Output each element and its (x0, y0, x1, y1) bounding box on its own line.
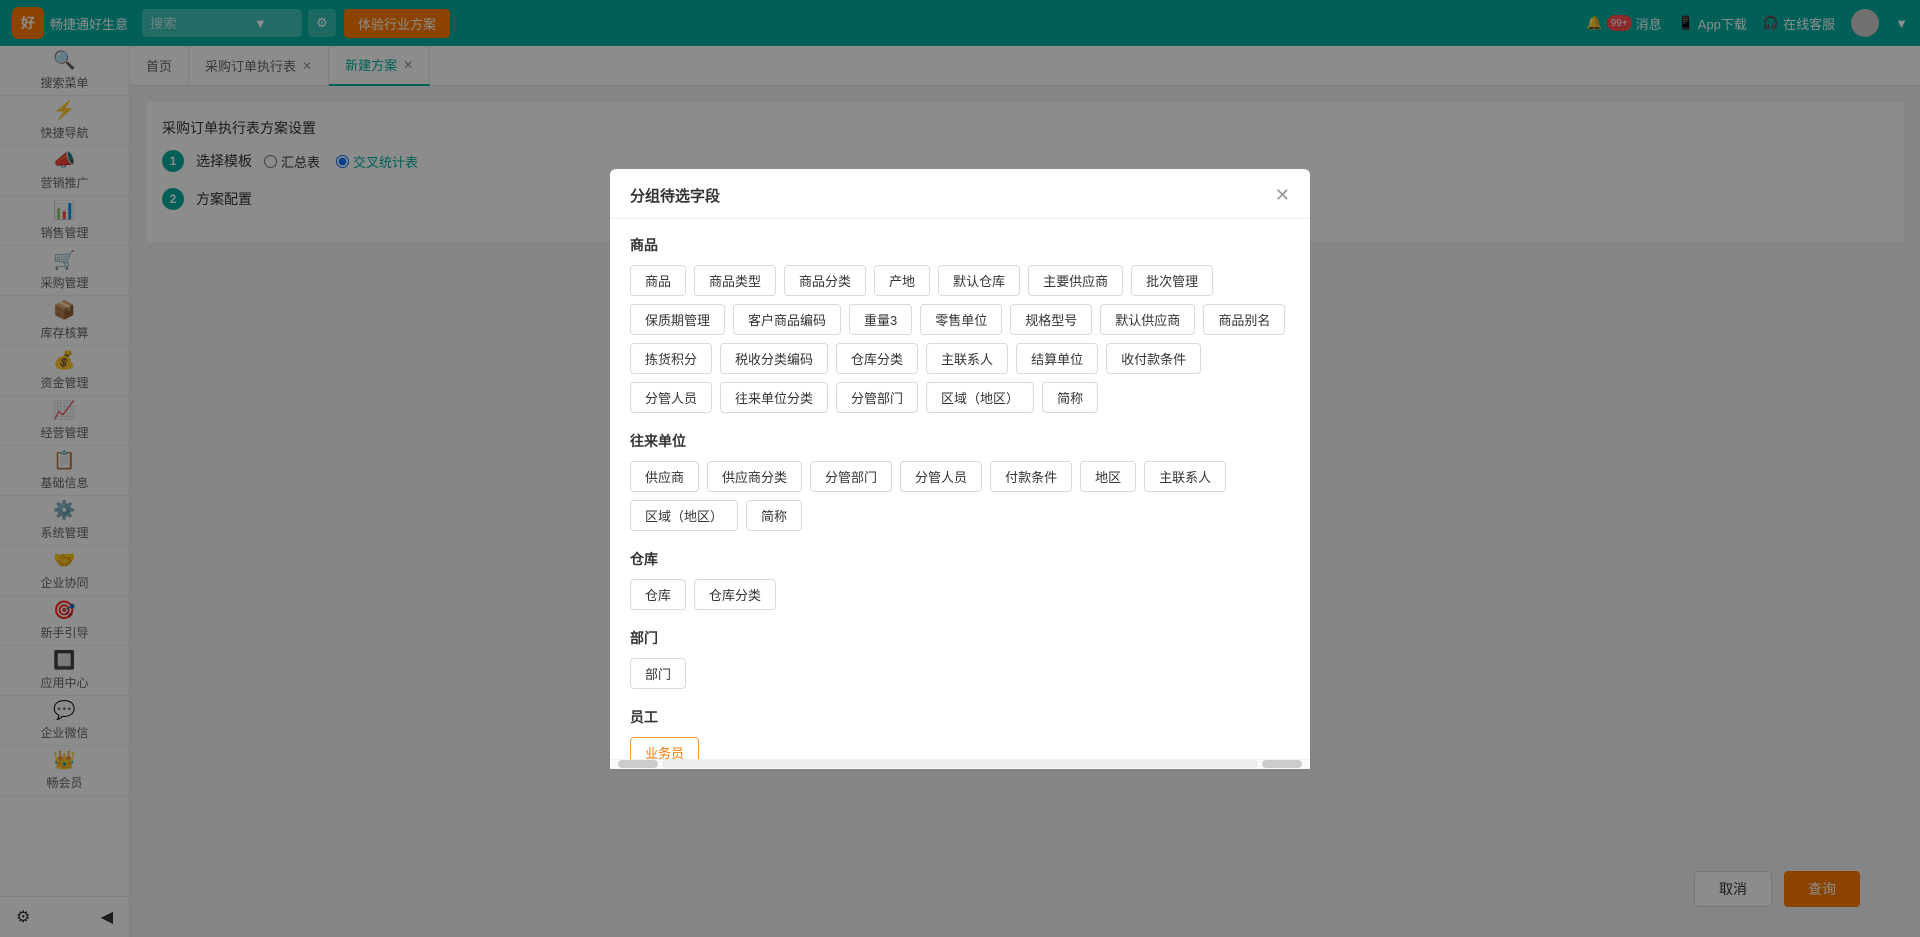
section-department-tags: 部门 (630, 658, 1290, 689)
field-tag-supplier-category[interactable]: 供应商分类 (707, 461, 802, 492)
field-tag-department[interactable]: 部门 (630, 658, 686, 689)
modal-hscroll[interactable] (610, 759, 1310, 768)
field-tag-default-warehouse[interactable]: 默认仓库 (938, 265, 1020, 296)
field-tag-goods-type[interactable]: 商品类型 (694, 265, 776, 296)
section-warehouse: 仓库 仓库 仓库分类 (630, 549, 1290, 610)
section-department-title: 部门 (630, 628, 1290, 648)
field-tag-weight3[interactable]: 重量3 (849, 304, 912, 335)
field-tag-customer-code[interactable]: 客户商品编码 (733, 304, 841, 335)
field-tag-settlement-unit[interactable]: 结算单位 (1016, 343, 1098, 374)
modal-header: 分组待选字段 ✕ (610, 169, 1310, 219)
field-tag-warehouse[interactable]: 仓库 (630, 579, 686, 610)
field-tag-short-name-goods[interactable]: 简称 (1042, 382, 1098, 413)
field-tag-region-goods[interactable]: 区域（地区） (926, 382, 1034, 413)
field-tag-retail-unit[interactable]: 零售单位 (920, 304, 1002, 335)
field-tag-tax-code[interactable]: 税收分类编码 (720, 343, 828, 374)
field-tag-origin[interactable]: 产地 (874, 265, 930, 296)
field-tag-goods[interactable]: 商品 (630, 265, 686, 296)
field-tag-supplier[interactable]: 供应商 (630, 461, 699, 492)
field-tag-goods-category[interactable]: 商品分类 (784, 265, 866, 296)
section-partner-tags: 供应商 供应商分类 分管部门 分管人员 付款条件 地区 主联系人 区域（地区） … (630, 461, 1290, 531)
field-tag-main-supplier[interactable]: 主要供应商 (1028, 265, 1123, 296)
field-tag-partner-category[interactable]: 往来单位分类 (720, 382, 828, 413)
modal-overlay: 分组待选字段 ✕ 商品 商品 商品类型 商品分类 产地 默认仓库 主要供应商 批… (0, 0, 1920, 937)
field-tag-batch-mgmt[interactable]: 批次管理 (1131, 265, 1213, 296)
section-employee-title: 员工 (630, 707, 1290, 727)
field-tag-managing-person[interactable]: 分管人员 (900, 461, 982, 492)
field-tag-spec-model[interactable]: 规格型号 (1010, 304, 1092, 335)
field-tag-salesperson[interactable]: 业务员 (630, 737, 699, 760)
field-tag-pick-points[interactable]: 拣货积分 (630, 343, 712, 374)
section-warehouse-tags: 仓库 仓库分类 (630, 579, 1290, 610)
field-tag-managing-dept[interactable]: 分管部门 (810, 461, 892, 492)
field-tag-warehouse-category[interactable]: 仓库分类 (836, 343, 918, 374)
modal-title: 分组待选字段 (630, 185, 720, 206)
section-goods-tags: 商品 商品类型 商品分类 产地 默认仓库 主要供应商 批次管理 保质期管理 客户… (630, 265, 1290, 413)
field-tag-area[interactable]: 地区 (1080, 461, 1136, 492)
field-tag-main-contact2[interactable]: 主联系人 (1144, 461, 1226, 492)
section-goods-title: 商品 (630, 235, 1290, 255)
section-warehouse-title: 仓库 (630, 549, 1290, 569)
field-tag-warehouse-cat[interactable]: 仓库分类 (694, 579, 776, 610)
field-tag-goods-alias[interactable]: 商品别名 (1203, 304, 1285, 335)
field-tag-region-partner[interactable]: 区域（地区） (630, 500, 738, 531)
section-partner: 往来单位 供应商 供应商分类 分管部门 分管人员 付款条件 地区 主联系人 区域… (630, 431, 1290, 531)
field-tag-dept[interactable]: 分管部门 (836, 382, 918, 413)
section-department: 部门 部门 (630, 628, 1290, 689)
field-tag-shelf-life[interactable]: 保质期管理 (630, 304, 725, 335)
section-partner-title: 往来单位 (630, 431, 1290, 451)
modal-close-button[interactable]: ✕ (1275, 185, 1290, 206)
section-employee-tags: 业务员 (630, 737, 1290, 760)
field-tag-short-name-partner[interactable]: 简称 (746, 500, 802, 531)
field-tag-payment-cond[interactable]: 付款条件 (990, 461, 1072, 492)
field-tag-default-supplier[interactable]: 默认供应商 (1100, 304, 1195, 335)
field-tag-manager[interactable]: 分管人员 (630, 382, 712, 413)
field-tag-payment-terms[interactable]: 收付款条件 (1106, 343, 1201, 374)
field-select-modal: 分组待选字段 ✕ 商品 商品 商品类型 商品分类 产地 默认仓库 主要供应商 批… (610, 169, 1310, 769)
modal-body[interactable]: 商品 商品 商品类型 商品分类 产地 默认仓库 主要供应商 批次管理 保质期管理… (610, 219, 1310, 760)
field-tag-main-contact[interactable]: 主联系人 (926, 343, 1008, 374)
section-goods: 商品 商品 商品类型 商品分类 产地 默认仓库 主要供应商 批次管理 保质期管理… (630, 235, 1290, 413)
section-employee: 员工 业务员 (630, 707, 1290, 760)
